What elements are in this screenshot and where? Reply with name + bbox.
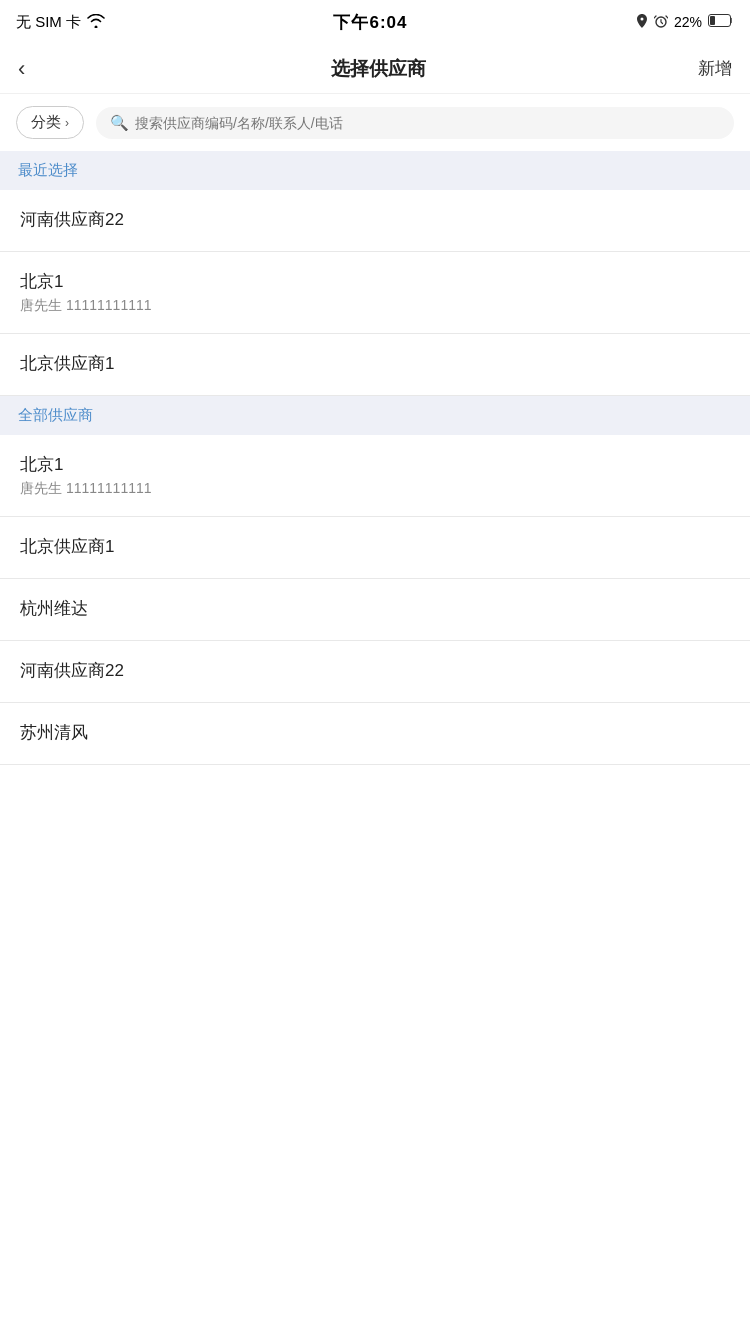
- battery-label: 22%: [674, 14, 702, 30]
- status-left: 无 SIM 卡: [16, 13, 105, 32]
- supplier-name: 杭州维达: [20, 597, 730, 620]
- search-icon: 🔍: [110, 114, 129, 132]
- svg-rect-2: [710, 16, 715, 25]
- nav-bar: ‹ 选择供应商 新增: [0, 44, 750, 94]
- search-box[interactable]: 🔍: [96, 107, 734, 139]
- status-bar: 无 SIM 卡 下午6:04 22%: [0, 0, 750, 44]
- supplier-name: 北京1: [20, 453, 730, 476]
- list-item[interactable]: 河南供应商22: [0, 190, 750, 252]
- supplier-list: 最近选择河南供应商22 北京1 唐先生 11111111111 北京供应商1 全部供应商…: [0, 151, 750, 765]
- alarm-icon: [654, 14, 668, 31]
- supplier-sub: 唐先生 11111111111: [20, 297, 730, 315]
- supplier-name: 苏州清风: [20, 721, 730, 744]
- list-item[interactable]: 北京1 唐先生 11111111111: [0, 252, 750, 334]
- battery-icon: [708, 14, 734, 30]
- supplier-name: 北京供应商1: [20, 535, 730, 558]
- category-label: 分类: [31, 113, 61, 132]
- status-right: 22%: [636, 14, 734, 31]
- section-header-all: 全部供应商: [0, 396, 750, 435]
- status-time: 下午6:04: [333, 11, 407, 34]
- sim-label: 无 SIM 卡: [16, 13, 81, 32]
- add-button[interactable]: 新增: [698, 57, 732, 80]
- supplier-name: 北京1: [20, 270, 730, 293]
- wifi-icon: [87, 14, 105, 31]
- list-item[interactable]: 北京1 唐先生 11111111111: [0, 435, 750, 517]
- list-item[interactable]: 苏州清风: [0, 703, 750, 765]
- list-item[interactable]: 北京供应商1: [0, 517, 750, 579]
- search-input[interactable]: [135, 115, 720, 131]
- section-header-text-recent: 最近选择: [18, 161, 78, 178]
- section-header-text-all: 全部供应商: [18, 406, 93, 423]
- section-header-recent: 最近选择: [0, 151, 750, 190]
- location-icon: [636, 14, 648, 31]
- category-filter-button[interactable]: 分类 ›: [16, 106, 84, 139]
- supplier-sub: 唐先生 11111111111: [20, 480, 730, 498]
- filter-bar: 分类 › 🔍: [0, 94, 750, 151]
- supplier-name: 河南供应商22: [20, 659, 730, 682]
- supplier-name: 北京供应商1: [20, 352, 730, 375]
- page-title: 选择供应商: [331, 56, 426, 82]
- back-button[interactable]: ‹: [18, 56, 58, 82]
- list-item[interactable]: 杭州维达: [0, 579, 750, 641]
- supplier-name: 河南供应商22: [20, 208, 730, 231]
- chevron-icon: ›: [65, 116, 69, 130]
- list-item[interactable]: 北京供应商1: [0, 334, 750, 396]
- list-item[interactable]: 河南供应商22: [0, 641, 750, 703]
